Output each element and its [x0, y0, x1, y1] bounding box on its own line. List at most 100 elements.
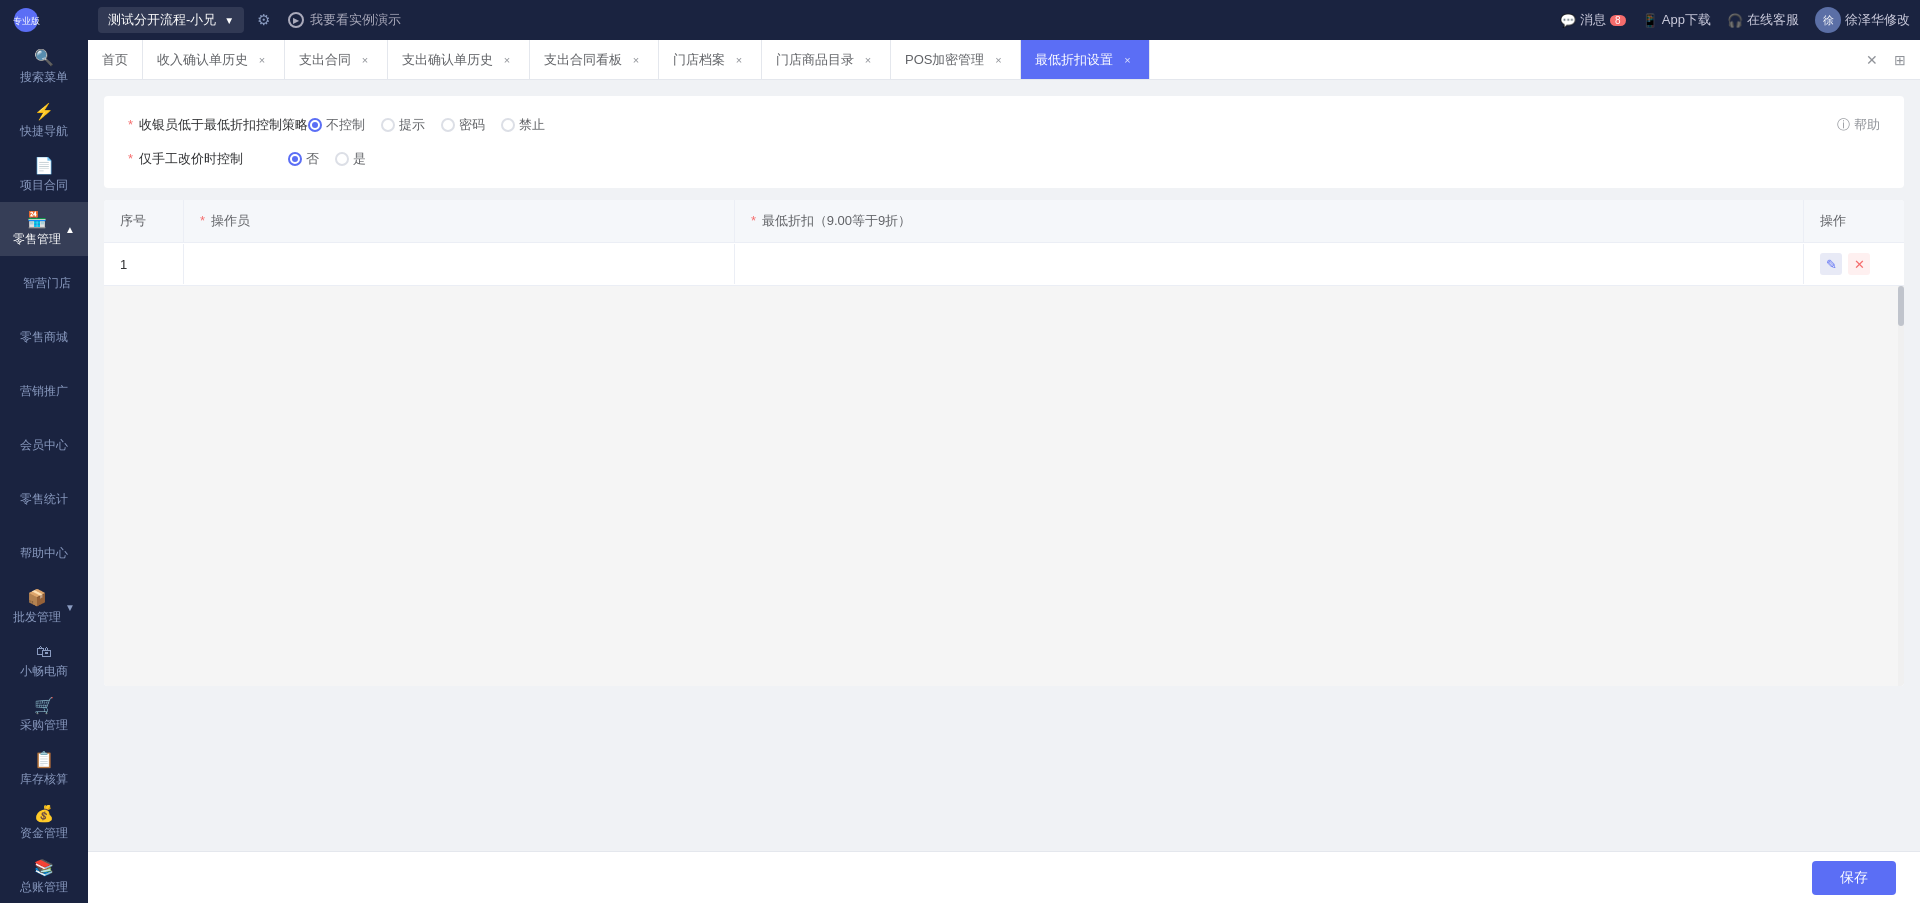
manual-price-radio-group: 否 是	[288, 150, 366, 168]
message-icon: 💬	[1560, 13, 1576, 28]
tab-pos-password-mgmt[interactable]: POS加密管理 ×	[891, 40, 1021, 80]
discount-control-radio-group: 不控制 提示 密码 禁止	[308, 116, 545, 134]
sidebar-item-retail-mall[interactable]: 零售商城	[0, 310, 88, 364]
sidebar-item-project-contract[interactable]: 📄 项目合同	[0, 148, 88, 202]
sidebar-item-search-menu[interactable]: 🔍 搜索菜单	[0, 40, 88, 94]
sidebar-item-finance-mgmt[interactable]: 💰 资金管理	[0, 796, 88, 850]
tab-store-archive-close[interactable]: ×	[731, 52, 747, 68]
tab-payment-confirm-history[interactable]: 支出确认单历史 ×	[388, 40, 530, 80]
sidebar-item-inventory[interactable]: 📋 库存核算	[0, 742, 88, 796]
tab-close-all-btn[interactable]: ✕	[1860, 48, 1884, 72]
help-btn[interactable]: ⓘ 帮助	[1837, 116, 1880, 134]
sidebar-label-help-center: 帮助中心	[20, 545, 68, 562]
radio-forbid[interactable]: 禁止	[501, 116, 545, 134]
tab-pos-password-mgmt-close[interactable]: ×	[990, 52, 1006, 68]
sidebar-item-quick-nav[interactable]: ⚡ 快捷导航	[0, 94, 88, 148]
tab-min-discount-settings-close[interactable]: ×	[1119, 52, 1135, 68]
col-header-operator: * 操作员	[184, 200, 735, 242]
wholesale-mgmt-icon: 📦	[27, 588, 47, 607]
project-dropdown-arrow: ▼	[224, 15, 234, 26]
form-card: * 收银员低于最低折扣控制策略 不控制 提示	[104, 96, 1904, 188]
sidebar-item-ledger-mgmt[interactable]: 📚 总账管理	[0, 850, 88, 903]
sidebar-item-smart-store[interactable]: 智营门店	[0, 256, 88, 310]
sidebar-item-purchase-mgmt[interactable]: 🛒 采购管理	[0, 688, 88, 742]
content-area: 首页 收入确认单历史 × 支出合同 × 支出确认单历史 × 支出合同看板 × 门…	[88, 40, 1920, 903]
cell-action-1: ✎ ✕	[1804, 243, 1904, 285]
tab-payment-confirm-history-close[interactable]: ×	[499, 52, 515, 68]
retail-mgmt-arrow-icon: ▲	[65, 224, 75, 235]
required-star-discount: *	[751, 213, 756, 228]
tab-income-confirm-history-label: 收入确认单历史	[157, 51, 248, 69]
radio-remind[interactable]: 提示	[381, 116, 425, 134]
tab-store-product-catalog-close[interactable]: ×	[860, 52, 876, 68]
radio-no-control[interactable]: 不控制	[308, 116, 365, 134]
purchase-mgmt-icon: 🛒	[34, 696, 54, 715]
radio-password[interactable]: 密码	[441, 116, 485, 134]
vertical-scrollbar[interactable]	[1898, 286, 1904, 686]
tab-store-product-catalog[interactable]: 门店商品目录 ×	[762, 40, 891, 80]
tabbar-actions: ✕ ⊞	[1852, 48, 1920, 72]
tab-min-discount-settings-label: 最低折扣设置	[1035, 51, 1113, 69]
sidebar-label-marketing: 营销推广	[20, 383, 68, 400]
user-profile-btn[interactable]: 徐 徐泽华修改	[1815, 7, 1910, 33]
tab-payment-contract-close[interactable]: ×	[357, 52, 373, 68]
sidebar-item-ecommerce[interactable]: 🛍 小畅电商	[0, 634, 88, 688]
radio-circle-remind	[381, 118, 395, 132]
project-contract-icon: 📄	[34, 156, 54, 175]
main-layout: 🔍 搜索菜单 ⚡ 快捷导航 📄 项目合同 🏪 零售管理 ▲ 智营门店 零售商城 …	[0, 40, 1920, 903]
sidebar-item-help-center[interactable]: 帮助中心	[0, 526, 88, 580]
tab-home-label: 首页	[102, 51, 128, 69]
settings-icon[interactable]: ⚙	[254, 11, 272, 29]
tab-payment-contract-board[interactable]: 支出合同看板 ×	[530, 40, 659, 80]
sidebar-label-retail-mgmt: 零售管理	[13, 231, 61, 248]
radio-manual-yes[interactable]: 是	[335, 150, 366, 168]
tab-expand-btn[interactable]: ⊞	[1888, 48, 1912, 72]
radio-manual-no[interactable]: 否	[288, 150, 319, 168]
sidebar-label-ecommerce: 小畅电商	[20, 663, 68, 680]
sidebar-item-wholesale-mgmt[interactable]: 📦 批发管理 ▼	[0, 580, 88, 634]
sidebar-item-retail-mgmt[interactable]: 🏪 零售管理 ▲	[0, 202, 88, 256]
sidebar-label-smart-store: 智营门店	[23, 275, 71, 292]
question-circle-icon: ⓘ	[1837, 116, 1850, 134]
inventory-icon: 📋	[34, 750, 54, 769]
save-button[interactable]: 保存	[1812, 861, 1896, 895]
messages-btn[interactable]: 💬 消息 8	[1560, 11, 1626, 29]
radio-circle-manual-no	[288, 152, 302, 166]
ecommerce-icon: 🛍	[36, 643, 52, 661]
topbar: 专业版 测试分开流程-小兄 ▼ ⚙ ▶ 我要看实例演示 💬 消息 8 📱 App…	[0, 0, 1920, 40]
radio-circle-password	[441, 118, 455, 132]
avatar: 徐	[1815, 7, 1841, 33]
cell-seq-1: 1	[104, 244, 184, 284]
radio-circle-no-control	[308, 118, 322, 132]
tab-income-confirm-history[interactable]: 收入确认单历史 ×	[143, 40, 285, 80]
tab-income-confirm-history-close[interactable]: ×	[254, 52, 270, 68]
col-header-action: 操作	[1804, 200, 1904, 242]
project-name: 测试分开流程-小兄	[108, 11, 216, 29]
tab-pos-password-mgmt-label: POS加密管理	[905, 51, 984, 69]
demo-circle-icon: ▶	[288, 12, 304, 28]
sidebar-item-retail-stats[interactable]: 零售统计	[0, 472, 88, 526]
sidebar: 🔍 搜索菜单 ⚡ 快捷导航 📄 项目合同 🏪 零售管理 ▲ 智营门店 零售商城 …	[0, 40, 88, 903]
sidebar-label-purchase-mgmt: 采购管理	[20, 717, 68, 734]
sidebar-label-project-contract: 项目合同	[20, 177, 68, 194]
bottom-bar: 保存	[88, 851, 1920, 903]
tab-min-discount-settings[interactable]: 最低折扣设置 ×	[1021, 40, 1150, 80]
edit-row-1-btn[interactable]: ✎	[1820, 253, 1842, 275]
table-container: 序号 * 操作员 * 最低折扣（9.00等于9折） 操作	[104, 200, 1904, 686]
online-service-btn[interactable]: 🎧 在线客服	[1727, 11, 1799, 29]
demo-link[interactable]: ▶ 我要看实例演示	[288, 11, 401, 29]
online-service-label: 在线客服	[1747, 11, 1799, 29]
tab-home[interactable]: 首页	[88, 40, 143, 80]
sidebar-label-quick-nav: 快捷导航	[20, 123, 68, 140]
project-selector[interactable]: 测试分开流程-小兄 ▼	[98, 7, 244, 33]
tabbar: 首页 收入确认单历史 × 支出合同 × 支出确认单历史 × 支出合同看板 × 门…	[88, 40, 1920, 80]
sidebar-item-member-center[interactable]: 会员中心	[0, 418, 88, 472]
sidebar-item-marketing[interactable]: 营销推广	[0, 364, 88, 418]
tab-store-archive[interactable]: 门店档案 ×	[659, 40, 762, 80]
topbar-right: 💬 消息 8 📱 App下载 🎧 在线客服 徐 徐泽华修改	[1560, 7, 1910, 33]
app-download-btn[interactable]: 📱 App下载	[1642, 11, 1711, 29]
tab-payment-contract-board-close[interactable]: ×	[628, 52, 644, 68]
delete-row-1-btn[interactable]: ✕	[1848, 253, 1870, 275]
app-logo: 专业版	[10, 4, 90, 36]
tab-payment-contract[interactable]: 支出合同 ×	[285, 40, 388, 80]
